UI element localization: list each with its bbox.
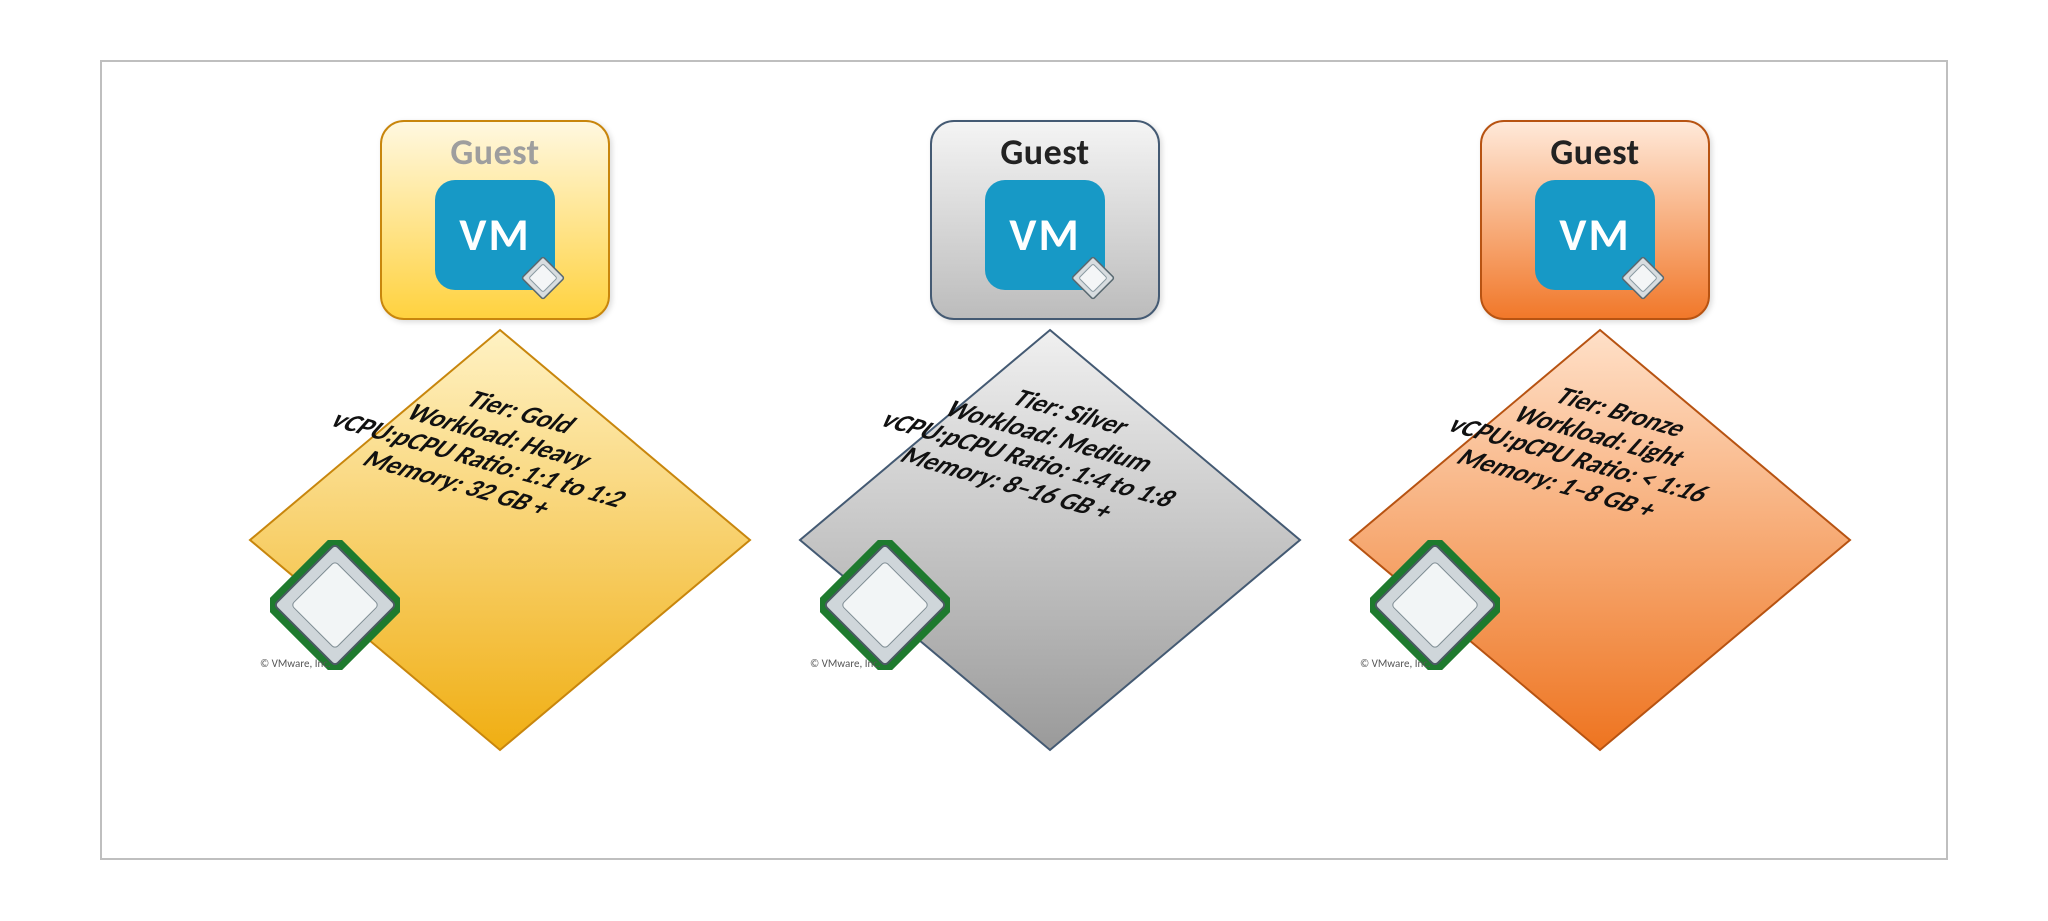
vm-badge-text: VM xyxy=(459,207,530,263)
vm-icon: VM xyxy=(985,180,1105,290)
copyright-text: © VMware, Inc. xyxy=(1360,657,1431,670)
copyright-text: © VMware, Inc. xyxy=(260,657,331,670)
vm-icon: VM xyxy=(435,180,555,290)
cpu-chip-icon xyxy=(820,540,950,670)
cpu-chip-icon xyxy=(270,540,400,670)
tier-silver: Guest VM Tier: Silver Workload: Medium xyxy=(790,120,1310,760)
guest-label: Guest xyxy=(450,130,539,174)
guest-label: Guest xyxy=(1000,130,1089,174)
cpu-chip-icon xyxy=(1370,540,1500,670)
tier-bronze: Guest VM Tier: Bronze Workload: Light xyxy=(1340,120,1860,760)
guest-label: Guest xyxy=(1550,130,1639,174)
chip-mini-icon xyxy=(1071,256,1115,300)
tier-gold: Guest VM Tier: Gold Workload: Heavy xyxy=(240,120,760,760)
guest-box-silver: Guest VM xyxy=(930,120,1160,320)
copyright-text: © VMware, Inc. xyxy=(810,657,881,670)
vm-icon: VM xyxy=(1535,180,1655,290)
vm-badge-text: VM xyxy=(1559,207,1630,263)
chip-mini-icon xyxy=(1621,256,1665,300)
guest-box-bronze: Guest VM xyxy=(1480,120,1710,320)
chip-mini-icon xyxy=(521,256,565,300)
vm-badge-text: VM xyxy=(1009,207,1080,263)
guest-box-gold: Guest VM xyxy=(380,120,610,320)
